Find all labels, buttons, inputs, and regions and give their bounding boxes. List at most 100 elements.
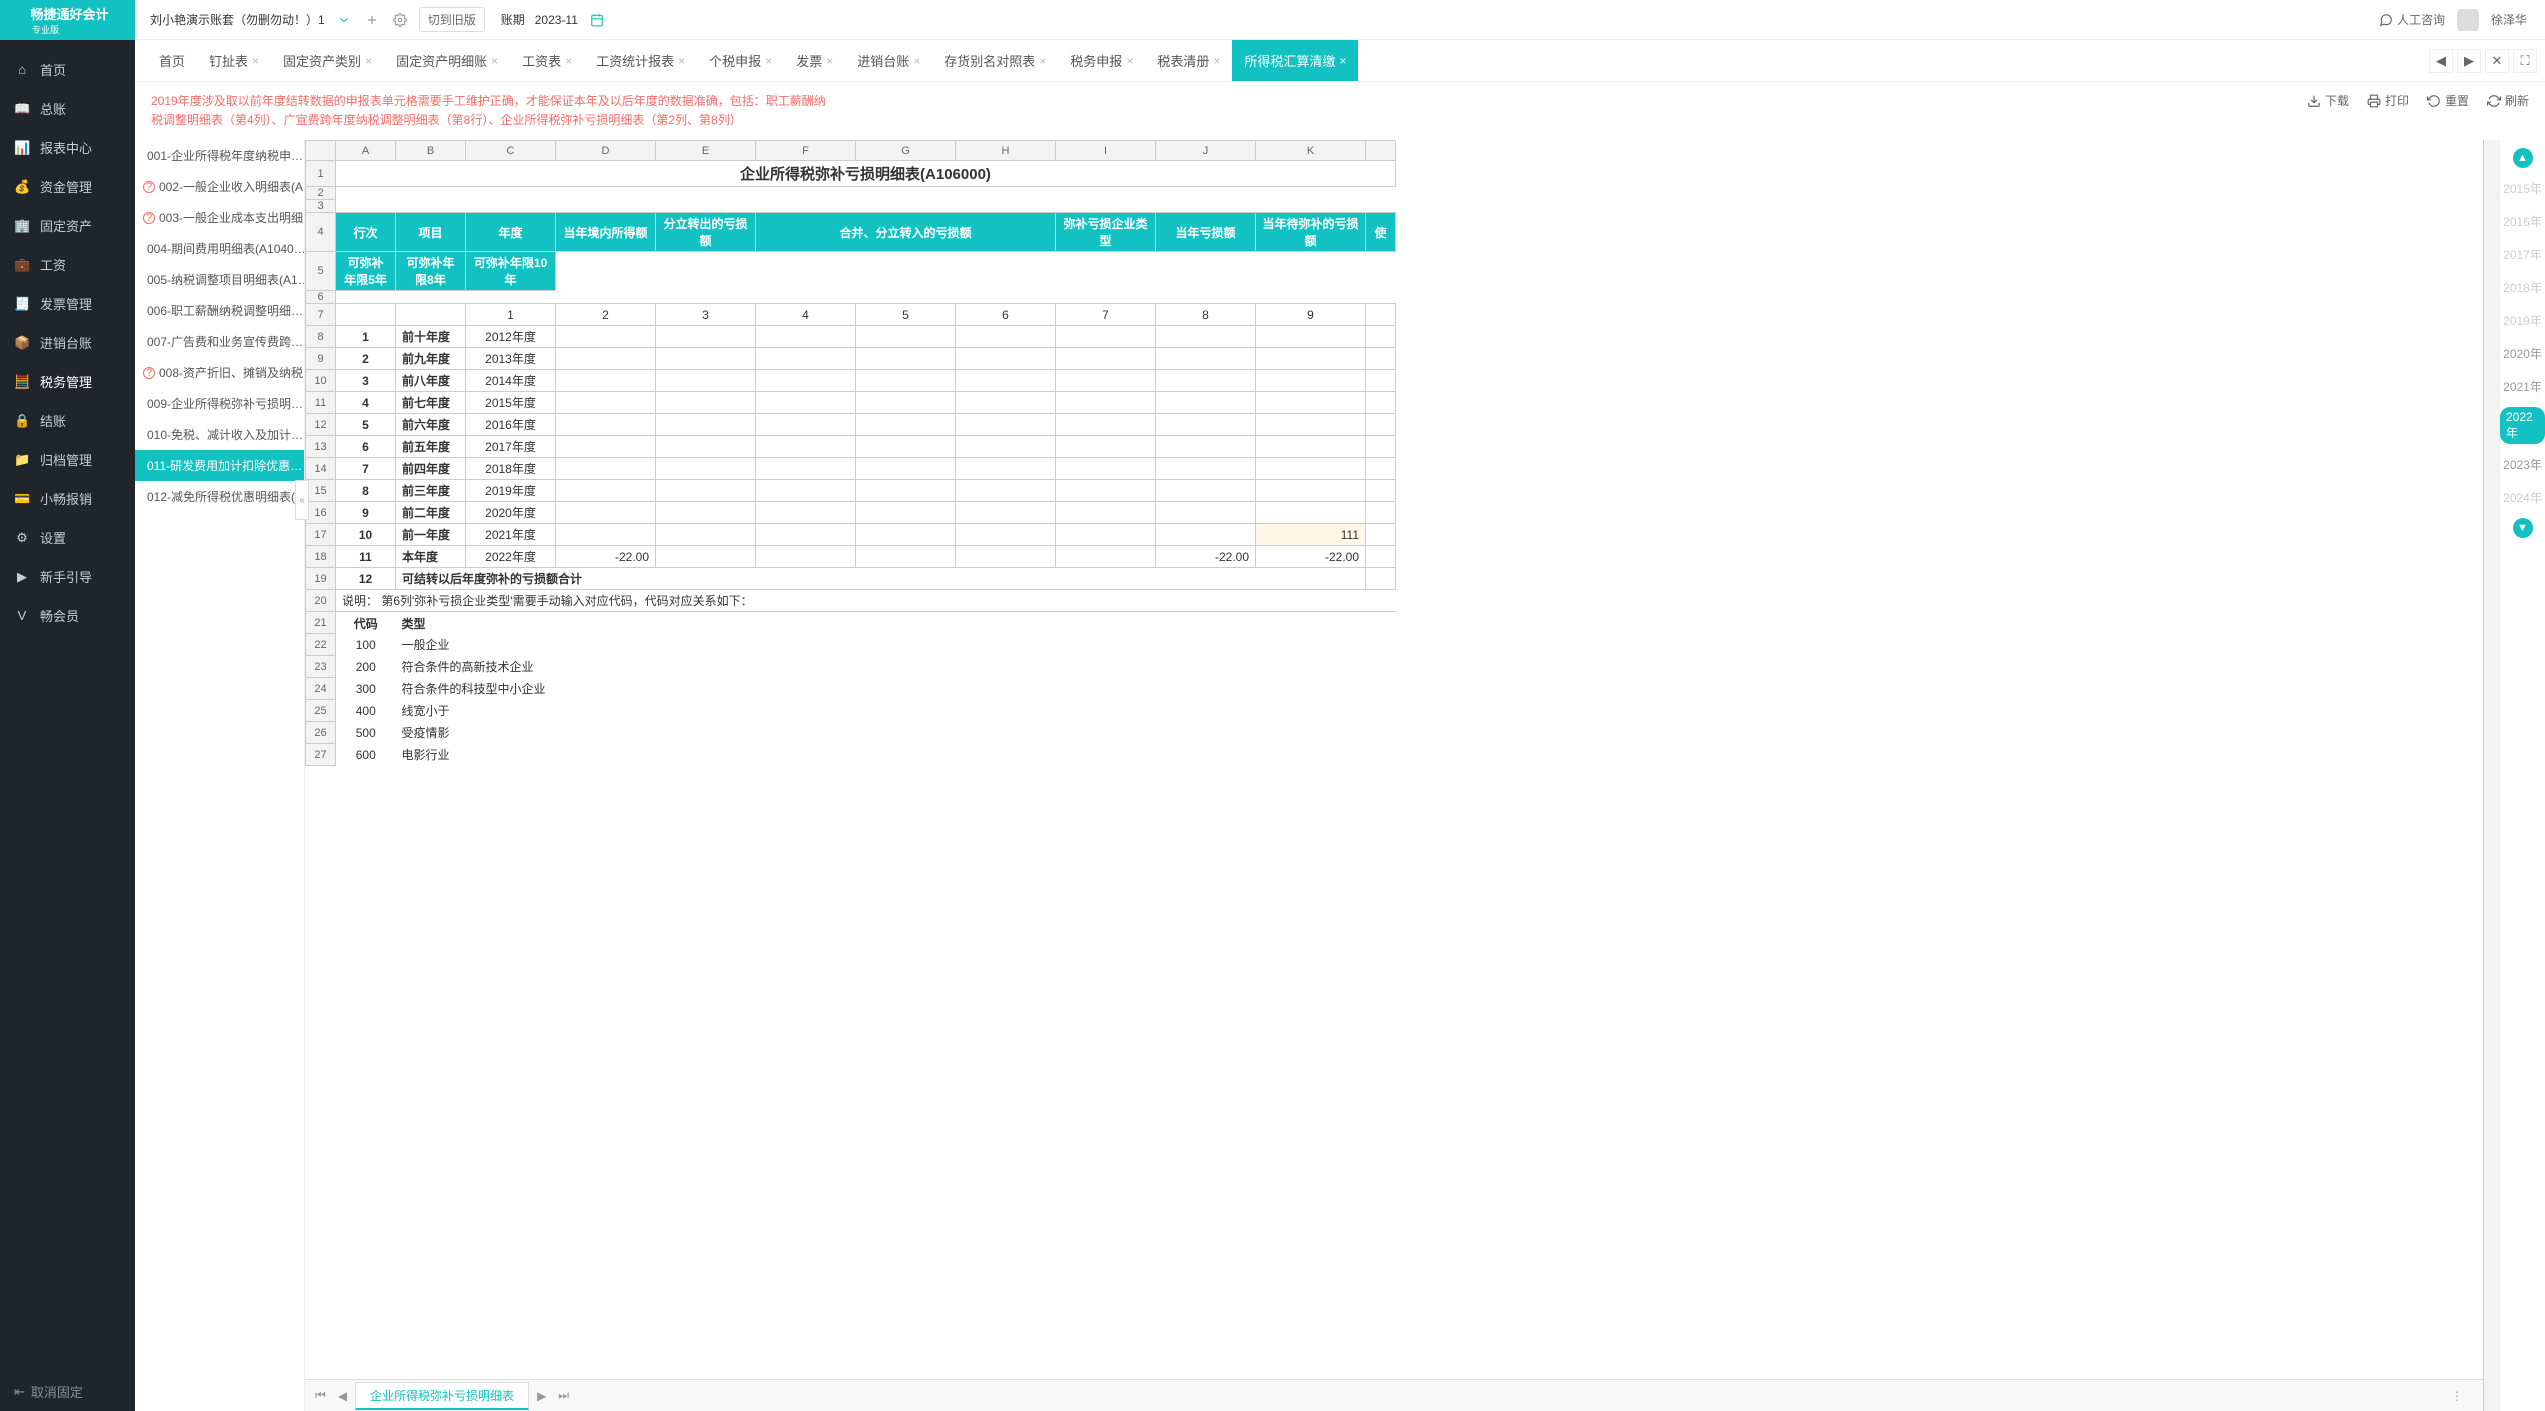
col-header[interactable]: J xyxy=(1156,141,1256,161)
close-icon[interactable]: × xyxy=(565,54,572,68)
list-item-6[interactable]: 007-广告费和业务宣传费跨… xyxy=(135,326,304,357)
username[interactable]: 徐泽华 xyxy=(2491,11,2527,28)
sidebar-item-4[interactable]: 🏢固定资产 xyxy=(0,206,135,245)
col-header[interactable]: C xyxy=(466,141,556,161)
sidebar-item-14[interactable]: V畅会员 xyxy=(0,596,135,635)
sidebar-item-2[interactable]: 📊报表中心 xyxy=(0,128,135,167)
close-icon[interactable]: × xyxy=(826,54,833,68)
close-icon[interactable]: × xyxy=(252,54,259,68)
list-item-1[interactable]: ?002-一般企业收入明细表(A1… xyxy=(135,171,304,202)
close-icon[interactable]: × xyxy=(1213,54,1220,68)
row-header[interactable]: 11 xyxy=(306,392,336,414)
year-up-icon[interactable]: ▲ xyxy=(2513,148,2533,168)
sidebar-unpin[interactable]: ⇤取消固定 xyxy=(0,1372,135,1411)
account-name[interactable]: 刘小艳演示账套（勿删勿动！）1 xyxy=(150,11,325,28)
tab-3[interactable]: 固定资产明细账× xyxy=(384,40,510,81)
year-6[interactable]: 2021年 xyxy=(2503,374,2542,399)
download-button[interactable]: 下载 xyxy=(2307,92,2349,109)
add-icon[interactable] xyxy=(363,11,381,29)
collapse-handle[interactable]: « xyxy=(295,480,309,520)
tab-0[interactable]: 首页 xyxy=(147,40,197,81)
tab-9[interactable]: 存货别名对照表× xyxy=(932,40,1058,81)
tab-next-icon[interactable]: ▶ xyxy=(2457,49,2481,73)
refresh-button[interactable]: 刷新 xyxy=(2487,92,2529,109)
col-header[interactable]: B xyxy=(396,141,466,161)
close-icon[interactable]: × xyxy=(1339,54,1346,68)
sheet-last-icon[interactable]: ⏭ xyxy=(554,1388,573,1403)
close-icon[interactable]: × xyxy=(491,54,498,68)
close-icon[interactable]: × xyxy=(1039,54,1046,68)
sidebar-item-8[interactable]: 🧮税务管理 xyxy=(0,362,135,401)
sidebar-item-10[interactable]: 📁归档管理 xyxy=(0,440,135,479)
row-header[interactable]: 12 xyxy=(306,414,336,436)
sidebar-item-9[interactable]: 🔒结账 xyxy=(0,401,135,440)
tab-2[interactable]: 固定资产类别× xyxy=(271,40,384,81)
close-icon[interactable]: × xyxy=(913,54,920,68)
help-link[interactable]: 人工咨询 xyxy=(2379,11,2445,28)
tab-8[interactable]: 进销台账× xyxy=(845,40,932,81)
year-5[interactable]: 2020年 xyxy=(2503,341,2542,366)
sheet-menu-icon[interactable]: ⋮ xyxy=(2451,1389,2483,1403)
sidebar-item-0[interactable]: ⌂首页 xyxy=(0,50,135,89)
list-item-9[interactable]: 010-免税、减计收入及加计… xyxy=(135,419,304,450)
list-item-3[interactable]: 004-期间费用明细表(A1040… xyxy=(135,233,304,264)
close-icon[interactable]: × xyxy=(678,54,685,68)
close-icon[interactable]: × xyxy=(765,54,772,68)
row-header[interactable]: 14 xyxy=(306,458,336,480)
switch-old-button[interactable]: 切到旧版 xyxy=(419,7,485,32)
tab-1[interactable]: 钉扯表× xyxy=(197,40,271,81)
list-item-7[interactable]: ?008-资产折旧、摊销及纳税… xyxy=(135,357,304,388)
row-header[interactable]: 27 xyxy=(306,744,336,766)
sidebar-item-13[interactable]: ▶新手引导 xyxy=(0,557,135,596)
row-header[interactable]: 23 xyxy=(306,656,336,678)
tab-12[interactable]: 所得税汇算清缴× xyxy=(1232,40,1358,81)
print-button[interactable]: 打印 xyxy=(2367,92,2409,109)
row-header[interactable]: 18 xyxy=(306,546,336,568)
col-header[interactable]: H xyxy=(956,141,1056,161)
row-header[interactable]: 16 xyxy=(306,502,336,524)
close-icon[interactable]: × xyxy=(365,54,372,68)
sidebar-item-12[interactable]: ⚙设置 xyxy=(0,518,135,557)
vertical-scrollbar[interactable] xyxy=(2483,140,2499,1411)
tab-4[interactable]: 工资表× xyxy=(510,40,584,81)
calendar-icon[interactable] xyxy=(588,11,606,29)
sheet-first-icon[interactable]: ⏮ xyxy=(311,1388,330,1403)
col-header[interactable]: I xyxy=(1056,141,1156,161)
tab-10[interactable]: 税务申报× xyxy=(1058,40,1145,81)
row-header[interactable]: 24 xyxy=(306,678,336,700)
avatar[interactable] xyxy=(2457,9,2479,31)
tab-close-icon[interactable]: ✕ xyxy=(2485,49,2509,73)
list-item-11[interactable]: 012-减免所得税优惠明细表(… xyxy=(135,481,304,512)
list-item-2[interactable]: ?003-一般企业成本支出明细… xyxy=(135,202,304,233)
sidebar-item-1[interactable]: 📖总账 xyxy=(0,89,135,128)
col-header[interactable]: K xyxy=(1256,141,1366,161)
row-header[interactable]: 20 xyxy=(306,590,336,612)
list-item-4[interactable]: 005-纳税调整项目明细表(A1… xyxy=(135,264,304,295)
row-header[interactable]: 1 xyxy=(306,161,336,187)
row-header[interactable]: 8 xyxy=(306,326,336,348)
tab-7[interactable]: 发票× xyxy=(784,40,845,81)
sidebar-item-11[interactable]: 💳小畅报销 xyxy=(0,479,135,518)
row-header[interactable]: 13 xyxy=(306,436,336,458)
row-header[interactable]: 26 xyxy=(306,722,336,744)
year-8[interactable]: 2023年 xyxy=(2503,452,2542,477)
col-header[interactable]: D xyxy=(556,141,656,161)
year-7[interactable]: 2022年 xyxy=(2500,407,2545,444)
sheet-prev-icon[interactable]: ◀ xyxy=(334,1389,351,1403)
sidebar-item-6[interactable]: 🧾发票管理 xyxy=(0,284,135,323)
row-header[interactable]: 9 xyxy=(306,348,336,370)
spreadsheet[interactable]: ABCDEFGHIJK1企业所得税弥补亏损明细表(A106000)234行次项目… xyxy=(305,140,2483,1379)
tab-5[interactable]: 工资统计报表× xyxy=(584,40,697,81)
row-header[interactable]: 21 xyxy=(306,612,336,634)
list-item-5[interactable]: 006-职工薪酬纳税调整明细… xyxy=(135,295,304,326)
period-value[interactable]: 2023-11 xyxy=(535,13,578,27)
list-item-10[interactable]: 011-研发费用加计扣除优惠… xyxy=(135,450,304,481)
fullscreen-icon[interactable]: ⛶ xyxy=(2513,49,2537,73)
row-header[interactable]: 7 xyxy=(306,304,336,326)
year-down-icon[interactable]: ▼ xyxy=(2513,518,2533,538)
list-item-0[interactable]: 001-企业所得税年度纳税申… xyxy=(135,140,304,171)
col-header[interactable]: A xyxy=(336,141,396,161)
row-header[interactable]: 4 xyxy=(306,213,336,252)
row-header[interactable]: 10 xyxy=(306,370,336,392)
tab-prev-icon[interactable]: ◀ xyxy=(2429,49,2453,73)
